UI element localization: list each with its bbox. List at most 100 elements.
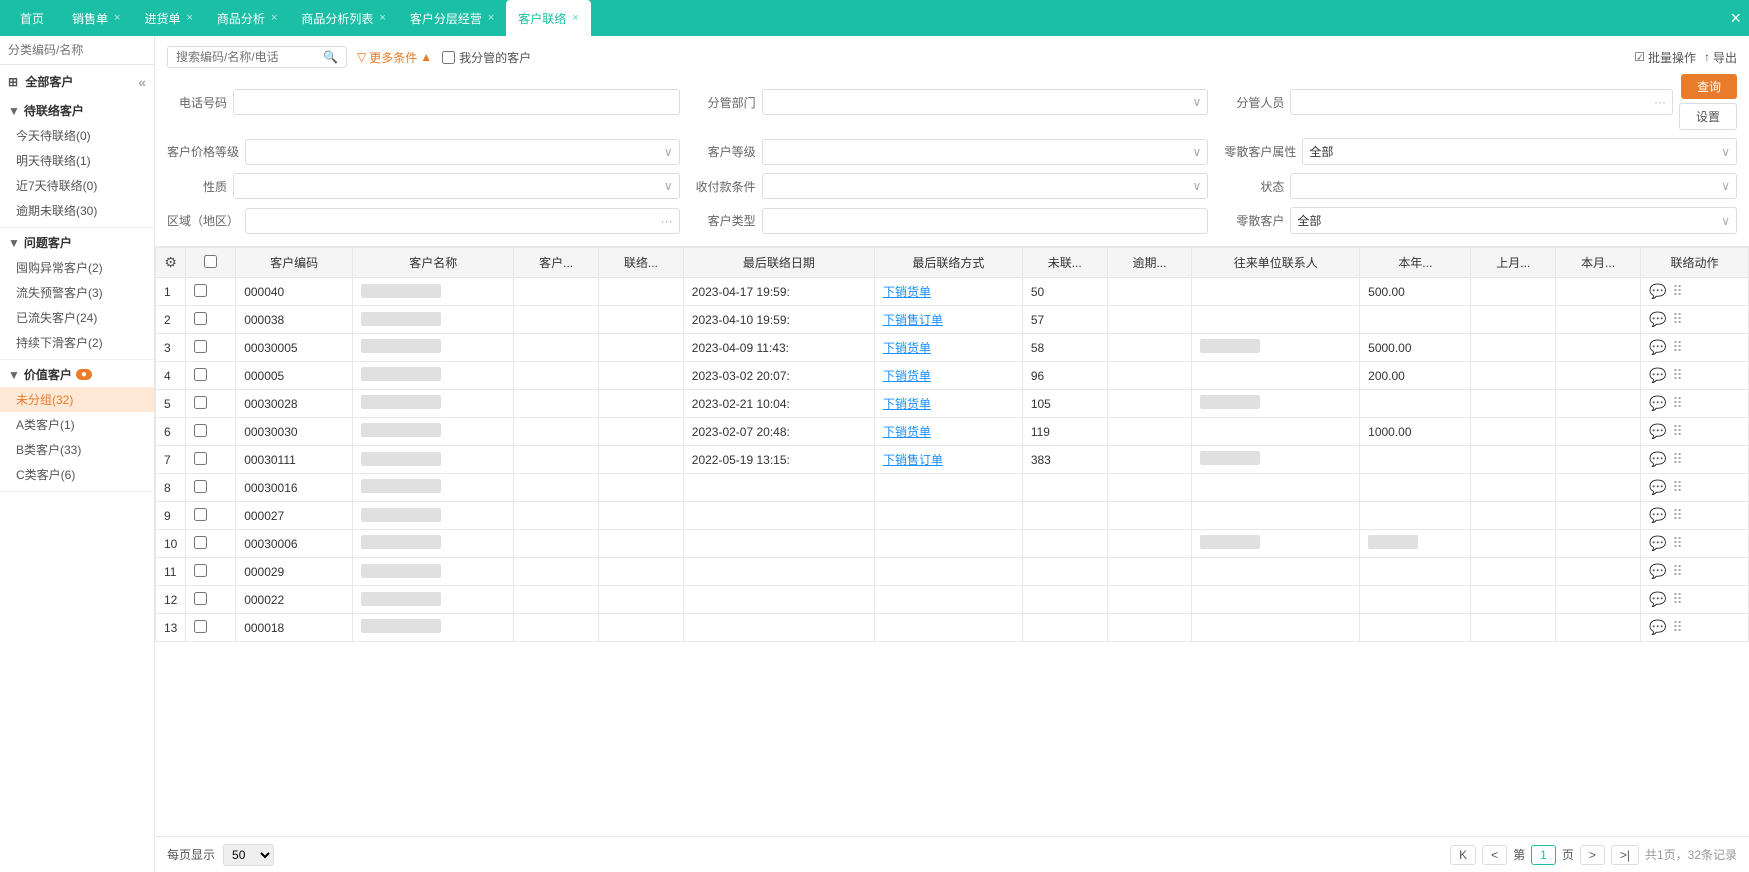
- row-last-method[interactable]: [874, 474, 1022, 502]
- settings-gear-icon[interactable]: ⚙: [164, 254, 177, 270]
- row-last-method[interactable]: 下销货单: [874, 362, 1022, 390]
- row-last-method[interactable]: [874, 558, 1022, 586]
- sidebar-section-pending-title[interactable]: ▼ 待联络客户: [0, 98, 154, 123]
- row-last-method[interactable]: 下销售订单: [874, 446, 1022, 474]
- more-action-icon[interactable]: ⠿: [1672, 367, 1682, 384]
- more-action-icon[interactable]: ⠿: [1672, 535, 1682, 552]
- sidebar-search-input[interactable]: [8, 43, 155, 57]
- next-page-btn[interactable]: >: [1580, 845, 1605, 865]
- contact-action-icon[interactable]: 💬: [1649, 395, 1666, 412]
- sidebar-section-value-title[interactable]: ▼ 价值客户 ●: [0, 362, 154, 387]
- row-last-method[interactable]: [874, 586, 1022, 614]
- row-last-method[interactable]: [874, 502, 1022, 530]
- filter-search-icon[interactable]: 🔍: [323, 50, 338, 64]
- row-checkbox[interactable]: [194, 368, 207, 381]
- last-page-btn[interactable]: >|: [1611, 845, 1639, 865]
- row-last-method[interactable]: 下销售订单: [874, 306, 1022, 334]
- row-checkbox[interactable]: [194, 396, 207, 409]
- filter-status-input[interactable]: ∨: [1290, 173, 1737, 199]
- contact-action-icon[interactable]: 💬: [1649, 479, 1666, 496]
- sidebar-item-hoarding[interactable]: 囤购异常客户(2): [0, 255, 154, 280]
- more-action-icon[interactable]: ⠿: [1672, 563, 1682, 580]
- row-checkbox[interactable]: [194, 424, 207, 437]
- more-action-icon[interactable]: ⠿: [1672, 479, 1682, 496]
- nav-tab-product-analysis[interactable]: 商品分析 ×: [205, 0, 289, 36]
- sidebar-item-overdue[interactable]: 逾期未联络(30): [0, 198, 154, 223]
- row-checkbox[interactable]: [194, 312, 207, 325]
- sidebar-item-a-class[interactable]: A类客户(1): [0, 412, 154, 437]
- reset-btn[interactable]: 设置: [1679, 103, 1737, 130]
- sidebar-item-ungroup[interactable]: 未分组(32): [0, 387, 154, 412]
- sidebar-item-tomorrow[interactable]: 明天待联络(1): [0, 148, 154, 173]
- more-action-icon[interactable]: ⠿: [1672, 451, 1682, 468]
- filter-dept-input[interactable]: ∨: [762, 89, 1209, 115]
- export-btn[interactable]: ↑ 导出: [1704, 49, 1737, 66]
- row-checkbox[interactable]: [194, 480, 207, 493]
- close-tab-sales[interactable]: ×: [114, 12, 120, 24]
- filter-customer-level-input[interactable]: ∨: [762, 139, 1209, 165]
- sidebar-item-c-class[interactable]: C类客户(6): [0, 462, 154, 487]
- row-last-method[interactable]: [874, 614, 1022, 642]
- contact-action-icon[interactable]: 💬: [1649, 423, 1666, 440]
- nav-tab-product-analysis-list[interactable]: 商品分析列表 ×: [289, 0, 397, 36]
- contact-action-icon[interactable]: 💬: [1649, 339, 1666, 356]
- row-last-method[interactable]: 下销货单: [874, 278, 1022, 306]
- sidebar-collapse-btn[interactable]: «: [138, 74, 146, 90]
- close-tab-product-analysis-list[interactable]: ×: [379, 12, 385, 24]
- close-tab-product-analysis[interactable]: ×: [271, 12, 277, 24]
- more-action-icon[interactable]: ⠿: [1672, 619, 1682, 636]
- more-action-icon[interactable]: ⠿: [1672, 283, 1682, 300]
- sidebar-item-churned[interactable]: 已流失客户(24): [0, 305, 154, 330]
- close-all-btn[interactable]: ×: [1730, 8, 1741, 29]
- batch-operation-btn[interactable]: ☑ 批量操作: [1634, 49, 1696, 66]
- page-size-select[interactable]: 50 20 100: [223, 844, 274, 866]
- prev-page-btn[interactable]: <: [1482, 845, 1507, 865]
- my-customer-checkbox[interactable]: [442, 51, 455, 64]
- sidebar-item-7days[interactable]: 近7天待联络(0): [0, 173, 154, 198]
- nav-home[interactable]: 首页: [8, 0, 56, 36]
- sidebar-item-churn-warn[interactable]: 流失预警客户(3): [0, 280, 154, 305]
- row-checkbox[interactable]: [194, 508, 207, 521]
- row-checkbox[interactable]: [194, 452, 207, 465]
- filter-retail-customer-input[interactable]: 全部∨: [1290, 207, 1737, 234]
- contact-action-icon[interactable]: 💬: [1649, 507, 1666, 524]
- more-action-icon[interactable]: ⠿: [1672, 311, 1682, 328]
- nav-tab-customer-tier[interactable]: 客户分层经营 ×: [398, 0, 506, 36]
- row-checkbox[interactable]: [194, 536, 207, 549]
- filter-phone-input[interactable]: [233, 89, 680, 115]
- nav-tab-purchase[interactable]: 进货单 ×: [132, 0, 204, 36]
- contact-action-icon[interactable]: 💬: [1649, 367, 1666, 384]
- filter-customer-type-input[interactable]: [762, 208, 1209, 234]
- nav-tab-customer-contact[interactable]: 客户联络 ×: [506, 0, 590, 36]
- nav-tab-sales[interactable]: 销售单 ×: [60, 0, 132, 36]
- first-page-btn[interactable]: K: [1450, 845, 1476, 865]
- col-settings[interactable]: ⚙: [156, 248, 186, 278]
- contact-action-icon[interactable]: 💬: [1649, 563, 1666, 580]
- select-all-checkbox[interactable]: [204, 255, 217, 268]
- query-btn[interactable]: 查询: [1681, 74, 1737, 99]
- more-action-icon[interactable]: ⠿: [1672, 339, 1682, 356]
- filter-region-input[interactable]: ···: [245, 208, 680, 234]
- contact-action-icon[interactable]: 💬: [1649, 283, 1666, 300]
- filter-property-input[interactable]: ∨: [233, 173, 680, 199]
- more-action-icon[interactable]: ⠿: [1672, 507, 1682, 524]
- filter-staff-input[interactable]: ···: [1290, 89, 1673, 115]
- close-tab-customer-tier[interactable]: ×: [488, 12, 494, 24]
- contact-action-icon[interactable]: 💬: [1649, 451, 1666, 468]
- filter-more-conditions-btn[interactable]: ▽ 更多条件 ▲: [357, 49, 432, 66]
- col-checkbox-header[interactable]: [186, 248, 236, 278]
- contact-action-icon[interactable]: 💬: [1649, 311, 1666, 328]
- row-checkbox[interactable]: [194, 340, 207, 353]
- sidebar-item-declining[interactable]: 持续下滑客户(2): [0, 330, 154, 355]
- filter-search-input[interactable]: [176, 50, 323, 64]
- filter-retail-attr-input[interactable]: 全部∨: [1302, 138, 1737, 165]
- close-tab-purchase[interactable]: ×: [186, 12, 192, 24]
- more-action-icon[interactable]: ⠿: [1672, 395, 1682, 412]
- contact-action-icon[interactable]: 💬: [1649, 535, 1666, 552]
- row-checkbox[interactable]: [194, 620, 207, 633]
- sidebar-all-customers[interactable]: ⊞ 全部客户 «: [0, 65, 154, 98]
- contact-action-icon[interactable]: 💬: [1649, 619, 1666, 636]
- sidebar-item-today[interactable]: 今天待联络(0): [0, 123, 154, 148]
- filter-payment-input[interactable]: ∨: [762, 173, 1209, 199]
- filter-price-level-input[interactable]: ∨: [245, 139, 680, 165]
